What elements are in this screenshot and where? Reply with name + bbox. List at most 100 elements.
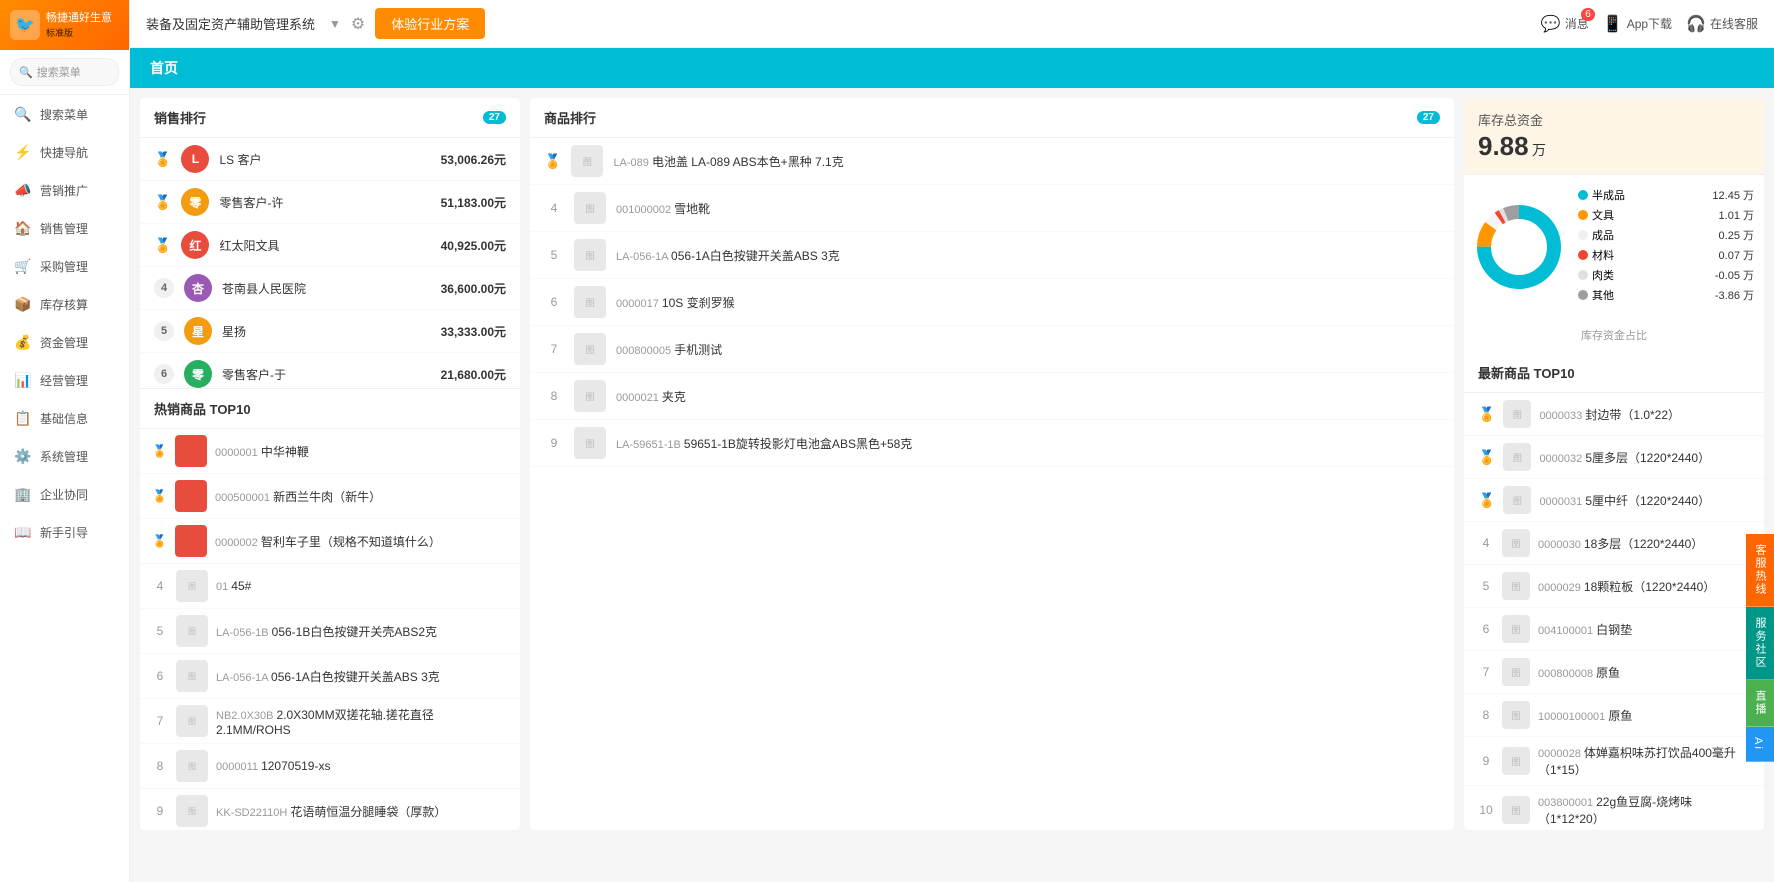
customer-name: 红太阳文具 <box>219 237 430 254</box>
product-info: 0000002 智利车子里（规格不知道填什么） <box>215 533 508 550</box>
table-row: 8 图 0000021 夹克 <box>530 373 1454 420</box>
list-item: 9 图 KK-SD22110H 花语萌恒温分腿睡袋（厚款） <box>140 789 520 830</box>
message-badge: 6 <box>1581 8 1595 21</box>
settings-icon[interactable]: ⚙ <box>351 14 365 34</box>
list-item: 🏅 000500001 新西兰牛肉（新牛） <box>140 474 520 519</box>
list-item: 🏅 图 0000031 5厘中纤（1220*2440） <box>1464 479 1764 522</box>
sidebar-item-inventory[interactable]: 📦库存核算 <box>0 285 129 323</box>
product-rank-list: 🏅 图 LA-089 电池盖 LA-089 ABS本色+黑种 7.1克 4 图 … <box>530 138 1454 830</box>
product-name: 新西兰牛肉（新牛） <box>273 490 381 504</box>
enterprise-icon: 🏢 <box>14 485 32 503</box>
product-name: 45# <box>231 579 251 593</box>
customer-name: 苍南县人民医院 <box>222 280 431 297</box>
legend-dot <box>1578 230 1588 240</box>
rank-num: 5 <box>152 624 168 638</box>
customer-service-button[interactable]: 客服热线 <box>1746 534 1774 607</box>
bronze-medal-icon: 🏅 <box>544 153 561 170</box>
product-name: 中华神鞭 <box>261 445 309 459</box>
new-products-list: 🏅 图 0000033 封边带（1.0*22） 🏅 图 0000032 5厘多层… <box>1464 393 1764 830</box>
inventory-legend: 半成品 12.45 万 文具 1.01 万 成品 0.25 万 材料 0.07 … <box>1578 187 1754 307</box>
three-column-layout: 销售排行 27 🏅 L LS 客户 53,006.26元 🏅 零 零售客户-许 … <box>130 88 1774 840</box>
sidebar-item-enterprise[interactable]: 🏢企业协同 <box>0 475 129 513</box>
legend-value: -3.86 万 <box>1715 287 1754 303</box>
home-tab[interactable]: 首页 <box>130 48 198 88</box>
customer-name: LS 客户 <box>219 151 430 168</box>
search-icon: 🔍 <box>14 105 32 123</box>
rank-number: 9 <box>544 436 564 450</box>
trial-button[interactable]: 体验行业方案 <box>375 8 485 39</box>
sidebar-item-quick-nav[interactable]: ⚡快捷导航 <box>0 133 129 171</box>
bronze-medal-icon: 🏅 <box>154 237 171 254</box>
app-download-button[interactable]: 📱 App下载 <box>1603 14 1672 34</box>
sidebar-label-inventory: 库存核算 <box>40 296 88 313</box>
product-info: 000800008 原鱼 <box>1538 664 1750 681</box>
product-thumbnail: 图 <box>1503 400 1531 428</box>
sidebar-label-quick-nav: 快捷导航 <box>40 144 88 161</box>
live-broadcast-button[interactable]: 直播 <box>1746 680 1774 727</box>
sidebar-item-operation[interactable]: 📊经营管理 <box>0 361 129 399</box>
product-name: 18颗粒板（1220*2440） <box>1584 580 1715 594</box>
sales-rank-header: 销售排行 27 <box>140 98 520 138</box>
product-info: LA-089 电池盖 LA-089 ABS本色+黑种 7.1克 <box>613 153 1440 170</box>
product-name: 18多层（1220*2440） <box>1584 537 1703 551</box>
rank-number: 6 <box>544 295 564 309</box>
sidebar-item-purchase[interactable]: 🛒采购管理 <box>0 247 129 285</box>
legend-item: 半成品 12.45 万 <box>1578 187 1754 203</box>
table-row: 7 图 000800005 手机测试 <box>530 326 1454 373</box>
legend-label-text: 其他 <box>1592 287 1614 303</box>
product-name: 封边带（1.0*22） <box>1585 408 1680 422</box>
rank-number: 5 <box>544 248 564 262</box>
product-name: 雪地靴 <box>674 202 710 216</box>
product-code: LA-59651-1B <box>616 439 684 451</box>
product-code: 0000030 <box>1538 539 1584 551</box>
rank-number: 6 <box>154 364 174 384</box>
sidebar-item-sales[interactable]: 🏠销售管理 <box>0 209 129 247</box>
content-wrapper: 销售排行 27 🏅 L LS 客户 53,006.26元 🏅 零 零售客户-许 … <box>130 88 1774 882</box>
sidebar-item-marketing[interactable]: 📣营销推广 <box>0 171 129 209</box>
sidebar-label-guide: 新手引导 <box>40 524 88 541</box>
finance-icon: 💰 <box>14 333 32 351</box>
product-code: LA-056-1B <box>216 627 272 639</box>
table-row: 🏅 红 红太阳文具 40,925.00元 <box>140 224 520 267</box>
product-thumbnail: 图 <box>176 705 208 737</box>
ai-button[interactable]: Ai <box>1746 727 1774 762</box>
product-rank-header: 商品排行 27 <box>530 98 1454 138</box>
avatar: 零 <box>184 360 212 388</box>
bronze-medal-icon: 🏅 <box>1478 492 1495 509</box>
search-menu-button[interactable]: 🔍 搜索菜单 <box>10 58 119 86</box>
customer-amount: 36,600.00元 <box>441 280 506 297</box>
sidebar-item-finance[interactable]: 💰资金管理 <box>0 323 129 361</box>
product-name: 智利车子里（规格不知道填什么） <box>261 535 441 549</box>
customer-name: 零售客户-于 <box>222 366 431 383</box>
sidebar-label-operation: 经营管理 <box>40 372 88 389</box>
sidebar-item-system[interactable]: ⚙️系统管理 <box>0 437 129 475</box>
product-thumbnail: 图 <box>176 615 208 647</box>
new-products-title: 最新商品 TOP10 <box>1478 363 1575 382</box>
service-community-button[interactable]: 服务社区 <box>1746 607 1774 680</box>
sidebar: 🐦 畅捷通好生意 标准版 🔍 搜索菜单 🔍搜索菜单⚡快捷导航📣营销推广🏠销售管理… <box>0 0 130 882</box>
legend-dot <box>1578 210 1588 220</box>
sidebar-label-basic: 基础信息 <box>40 410 88 427</box>
sidebar-item-basic[interactable]: 📋基础信息 <box>0 399 129 437</box>
legend-value: -0.05 万 <box>1715 267 1754 283</box>
product-name: 056-1A白色按键开关盖ABS 3克 <box>271 670 440 684</box>
search-icon: 🔍 <box>19 66 33 79</box>
product-thumbnail: 图 <box>1502 572 1530 600</box>
product-info: LA-056-1A 056-1A白色按键开关盖ABS 3克 <box>616 247 1440 264</box>
message-button[interactable]: 💬 消息 6 <box>1541 14 1589 34</box>
product-name: 056-1B白色按键开关壳ABS2克 <box>272 625 437 639</box>
rank-number: 4 <box>154 278 174 298</box>
list-item: 4 图 01 45# <box>140 564 520 609</box>
online-service-button[interactable]: 🎧 在线客服 <box>1686 14 1758 34</box>
hot-products-title: 热销商品 TOP10 <box>154 399 251 418</box>
product-name: 花语萌恒温分腿睡袋（厚款） <box>290 805 446 819</box>
table-row: 4 杏 苍南县人民医院 36,600.00元 <box>140 267 520 310</box>
system-dropdown-icon[interactable]: ▼ <box>329 17 341 31</box>
product-info: 0000032 5厘多层（1220*2440） <box>1539 449 1750 466</box>
avatar: L <box>181 145 209 173</box>
product-info: 0000033 封边带（1.0*22） <box>1539 406 1750 423</box>
sidebar-item-search[interactable]: 🔍搜索菜单 <box>0 95 129 133</box>
sidebar-item-guide[interactable]: 📖新手引导 <box>0 513 129 551</box>
topbar: 装备及固定资产辅助管理系统 ▼ ⚙ 体验行业方案 💬 消息 6 📱 App下载 … <box>130 0 1774 48</box>
product-rank-title: 商品排行 <box>544 108 596 127</box>
